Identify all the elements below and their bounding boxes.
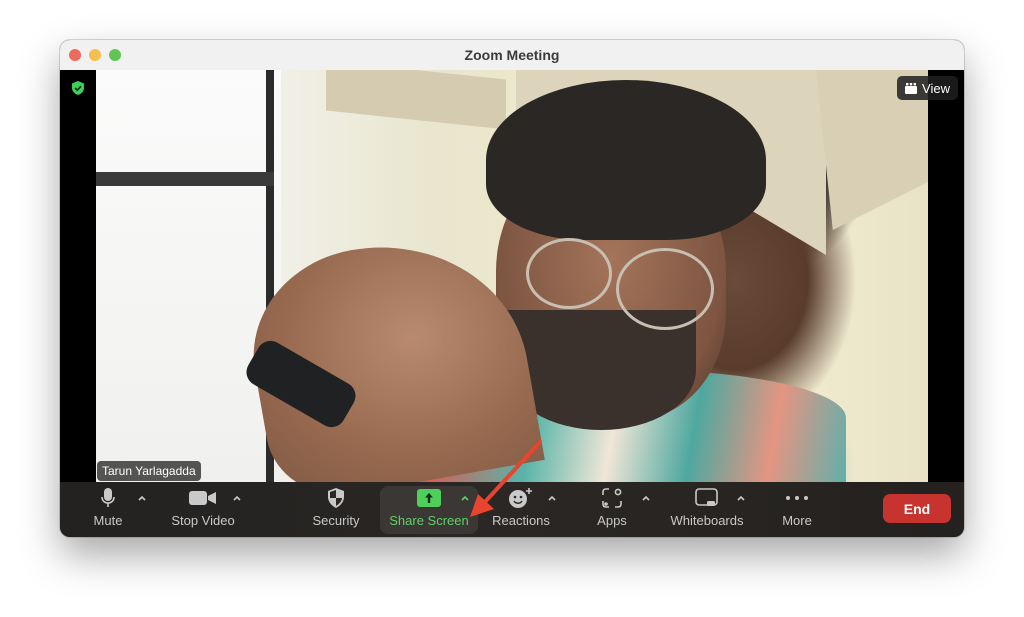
whiteboards-options-caret[interactable] (735, 492, 747, 504)
mute-button[interactable]: Mute (88, 485, 128, 535)
grid-icon (905, 82, 918, 94)
video-stage: View Tarun Yarlagadda (60, 70, 964, 482)
apps-button[interactable]: Apps (592, 485, 632, 535)
end-meeting-button[interactable]: End (883, 494, 951, 523)
share-options-caret[interactable] (459, 492, 471, 504)
smiley-plus-icon (508, 485, 534, 511)
view-button[interactable]: View (897, 76, 958, 100)
apps-options-caret[interactable] (640, 492, 652, 504)
blind (326, 70, 506, 130)
video-options-caret[interactable] (231, 492, 243, 504)
view-label: View (922, 80, 950, 96)
zoom-window: Zoom Meeting View Tarun Yarlagadda Mute … (60, 40, 964, 537)
reactions-button[interactable]: Reactions (490, 485, 552, 535)
security-button[interactable]: Security (308, 485, 364, 535)
window-title: Zoom Meeting (464, 47, 560, 63)
stop-video-button[interactable]: Stop Video (168, 485, 238, 535)
share-screen-icon (417, 485, 441, 511)
participant-name-tag: Tarun Yarlagadda (97, 461, 201, 481)
participant-video (96, 70, 928, 482)
window-frame (96, 172, 274, 186)
window-background (96, 70, 281, 482)
title-bar: Zoom Meeting (60, 40, 964, 71)
glasses (526, 238, 612, 309)
glasses (616, 248, 714, 330)
more-button[interactable]: More (776, 485, 818, 535)
ellipsis-icon (785, 485, 809, 511)
video-camera-icon (189, 485, 217, 511)
shield-check-icon[interactable] (70, 80, 86, 96)
apps-icon (601, 485, 623, 511)
meeting-toolbar: Mute Stop Video Security Share Screen Re… (60, 482, 964, 537)
hair (486, 80, 766, 240)
mute-options-caret[interactable] (136, 492, 148, 504)
shield-icon (327, 485, 345, 511)
microphone-icon (100, 485, 116, 511)
whiteboard-icon (695, 485, 719, 511)
reactions-options-caret[interactable] (546, 492, 558, 504)
